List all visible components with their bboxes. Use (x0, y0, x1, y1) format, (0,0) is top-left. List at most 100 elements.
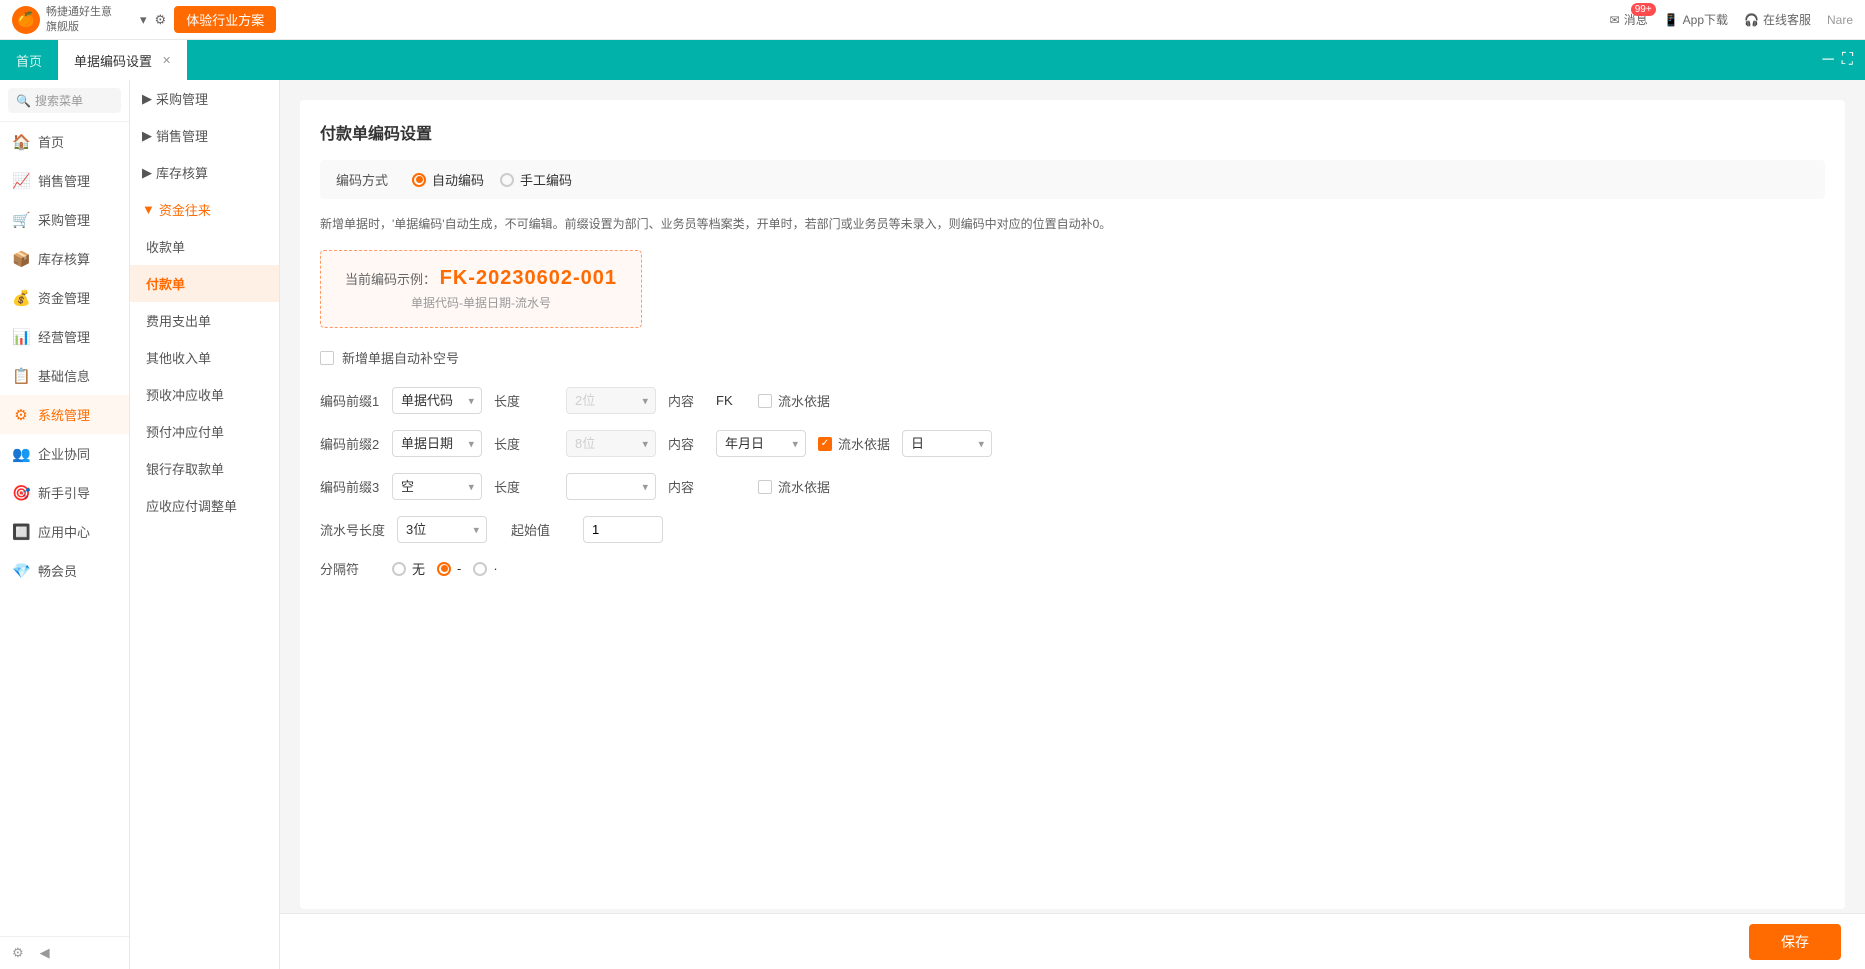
sidebar-item-purchase[interactable]: 🛒 采购管理 (0, 200, 129, 239)
separator-dot2-circle (473, 562, 487, 576)
sidebar-item-basic-info[interactable]: 📋 基础信息 (0, 356, 129, 395)
sec-item-pre-receivable-label: 预收冲应收单 (146, 385, 224, 404)
sidebar-item-sales[interactable]: 📈 销售管理 (0, 161, 129, 200)
prefix2-select[interactable]: 单据日期 (392, 430, 482, 457)
period-select-wrapper: 日 (902, 430, 992, 457)
sec-group-purchase-label: 采购管理 (156, 89, 208, 108)
sec-item-pre-receivable[interactable]: 预收冲应收单 (130, 376, 279, 413)
separator-dot2-option[interactable]: · (473, 561, 497, 576)
sidebar-item-home[interactable]: 🏠 首页 (0, 122, 129, 161)
auto-encode-label: 自动编码 (432, 170, 484, 189)
manual-encode-label: 手工编码 (520, 170, 572, 189)
sec-item-receipt-label: 收款单 (146, 237, 185, 256)
sidebar-item-guide-label: 新手引导 (38, 483, 90, 502)
prefix1-select[interactable]: 单据代码 (392, 387, 482, 414)
radio-manual-encode[interactable]: 手工编码 (500, 170, 572, 189)
separator-none-option[interactable]: 无 (392, 559, 425, 578)
sec-item-adjust[interactable]: 应收应付调整单 (130, 487, 279, 524)
prefix1-select-wrapper: 单据代码 (392, 387, 482, 414)
radio-auto-encode[interactable]: 自动编码 (412, 170, 484, 189)
maximize-icon[interactable]: ⛶ (1842, 51, 1853, 69)
sidebar-item-appstore-label: 应用中心 (38, 522, 90, 541)
bottom-collapse-icon[interactable]: ◀ (40, 945, 50, 961)
message-btn[interactable]: ✉ 消息 99+ (1610, 11, 1648, 28)
bottom-settings-icon[interactable]: ⚙ (12, 945, 24, 961)
sidebar-item-system[interactable]: ⚙ 系统管理 (0, 395, 129, 434)
sec-item-expense-label: 费用支出单 (146, 311, 211, 330)
serial2-cb-box: ✓ (818, 437, 832, 451)
serial-length-label: 流水号长度 (320, 520, 385, 539)
sidebar-item-sales-label: 销售管理 (38, 171, 90, 190)
minimize-icon[interactable]: ─ (1822, 51, 1833, 69)
industry-button[interactable]: 体验行业方案 (174, 6, 276, 33)
sidebar-item-business[interactable]: 📊 经营管理 (0, 317, 129, 356)
sec-item-payment-label: 付款单 (146, 274, 185, 293)
prefix3-select[interactable]: 空 (392, 473, 482, 500)
sidebar: 🔍 搜索菜单 🏠 首页 📈 销售管理 🛒 采购管理 📦 库存核算 💰 资金管理 … (0, 80, 130, 969)
serial3-checkbox[interactable]: 流水依据 (758, 477, 830, 496)
separator-dot2-label: · (493, 561, 497, 576)
dropdown-icon[interactable]: ▾ (140, 12, 147, 28)
auto-fill-checkbox[interactable] (320, 351, 334, 365)
secondary-sidebar: ▶ 采购管理 ▶ 销售管理 ▶ 库存核算 ▼ 资金往来 收款单 付款单 费用支出… (130, 80, 280, 969)
length2-label: 长度 (494, 434, 554, 453)
sec-item-receipt[interactable]: 收款单 (130, 228, 279, 265)
separator-dot-option[interactable]: - (437, 561, 461, 576)
finance-icon: 💰 (12, 289, 30, 307)
sec-item-other-income-label: 其他收入单 (146, 348, 211, 367)
tab-home[interactable]: 首页 (0, 40, 58, 80)
sec-item-bank[interactable]: 银行存取款单 (130, 450, 279, 487)
sidebar-item-appstore[interactable]: 🔲 应用中心 (0, 512, 129, 551)
length2-select[interactable]: 8位 (566, 430, 656, 457)
sec-group-purchase-chevron: ▶ (142, 91, 152, 107)
settings-icon[interactable]: ⚙ (155, 12, 167, 28)
sidebar-item-guide[interactable]: 🎯 新手引导 (0, 473, 129, 512)
separator-label: 分隔符 (320, 559, 380, 578)
sec-group-capital[interactable]: ▼ 资金往来 (130, 191, 279, 228)
sec-group-inventory[interactable]: ▶ 库存核算 (130, 154, 279, 191)
content-card: 付款单编码设置 编码方式 自动编码 手工编码 新增单据时，'单据编码'自动生成，… (300, 100, 1845, 909)
user-name[interactable]: Nare (1827, 13, 1853, 27)
content2-select[interactable]: 年月日 (716, 430, 806, 457)
inventory-icon: 📦 (12, 250, 30, 268)
sec-group-sales[interactable]: ▶ 销售管理 (130, 117, 279, 154)
sec-item-other-income[interactable]: 其他收入单 (130, 339, 279, 376)
serial2-checkbox[interactable]: ✓ 流水依据 (818, 434, 890, 453)
search-label: 搜索菜单 (35, 92, 83, 109)
sec-group-purchase[interactable]: ▶ 采购管理 (130, 80, 279, 117)
save-button[interactable]: 保存 (1749, 924, 1841, 960)
serial-length-select[interactable]: 3位 (397, 516, 487, 543)
sec-item-expense[interactable]: 费用支出单 (130, 302, 279, 339)
encoding-radio-group: 自动编码 手工编码 (412, 170, 572, 189)
serial2-cb-label: 流水依据 (838, 434, 890, 453)
footer-bar: 保存 (280, 913, 1865, 969)
tab-encoding-label: 单据编码设置 (74, 51, 152, 70)
length1-select[interactable]: 2位 (566, 387, 656, 414)
sidebar-search-area[interactable]: 🔍 搜索菜单 (0, 80, 129, 122)
auto-fill-row: 新增单据自动补空号 (320, 348, 1825, 367)
sidebar-search-input[interactable]: 🔍 搜索菜单 (8, 88, 121, 113)
nav-tabs: 首页 单据编码设置 ✕ ─ ⛶ (0, 40, 1865, 80)
serial1-checkbox[interactable]: 流水依据 (758, 391, 830, 410)
period-select[interactable]: 日 (902, 430, 992, 457)
start-value-input[interactable] (583, 516, 663, 543)
prefix2-label: 编码前缀2 (320, 434, 380, 453)
tab-home-label: 首页 (16, 51, 42, 70)
sidebar-item-system-label: 系统管理 (38, 405, 90, 424)
tab-close-icon[interactable]: ✕ (162, 54, 171, 67)
sidebar-item-member[interactable]: 💎 畅会员 (0, 551, 129, 590)
length1-select-wrapper: 2位 (566, 387, 656, 414)
sec-item-pre-payable[interactable]: 预付冲应付单 (130, 413, 279, 450)
tab-encoding-settings[interactable]: 单据编码设置 ✕ (58, 40, 187, 80)
online-service-btn[interactable]: 🎧 在线客服 (1744, 11, 1811, 28)
guide-icon: 🎯 (12, 484, 30, 502)
app-download-btn[interactable]: 📱 App下载 (1664, 11, 1728, 28)
sidebar-item-inventory[interactable]: 📦 库存核算 (0, 239, 129, 278)
length3-select[interactable] (566, 473, 656, 500)
sidebar-item-enterprise[interactable]: 👥 企业协同 (0, 434, 129, 473)
sec-group-inventory-chevron: ▶ (142, 165, 152, 181)
separator-none-circle (392, 562, 406, 576)
sec-item-payment[interactable]: 付款单 (130, 265, 279, 302)
sales-icon: 📈 (12, 172, 30, 190)
sidebar-item-finance[interactable]: 💰 资金管理 (0, 278, 129, 317)
